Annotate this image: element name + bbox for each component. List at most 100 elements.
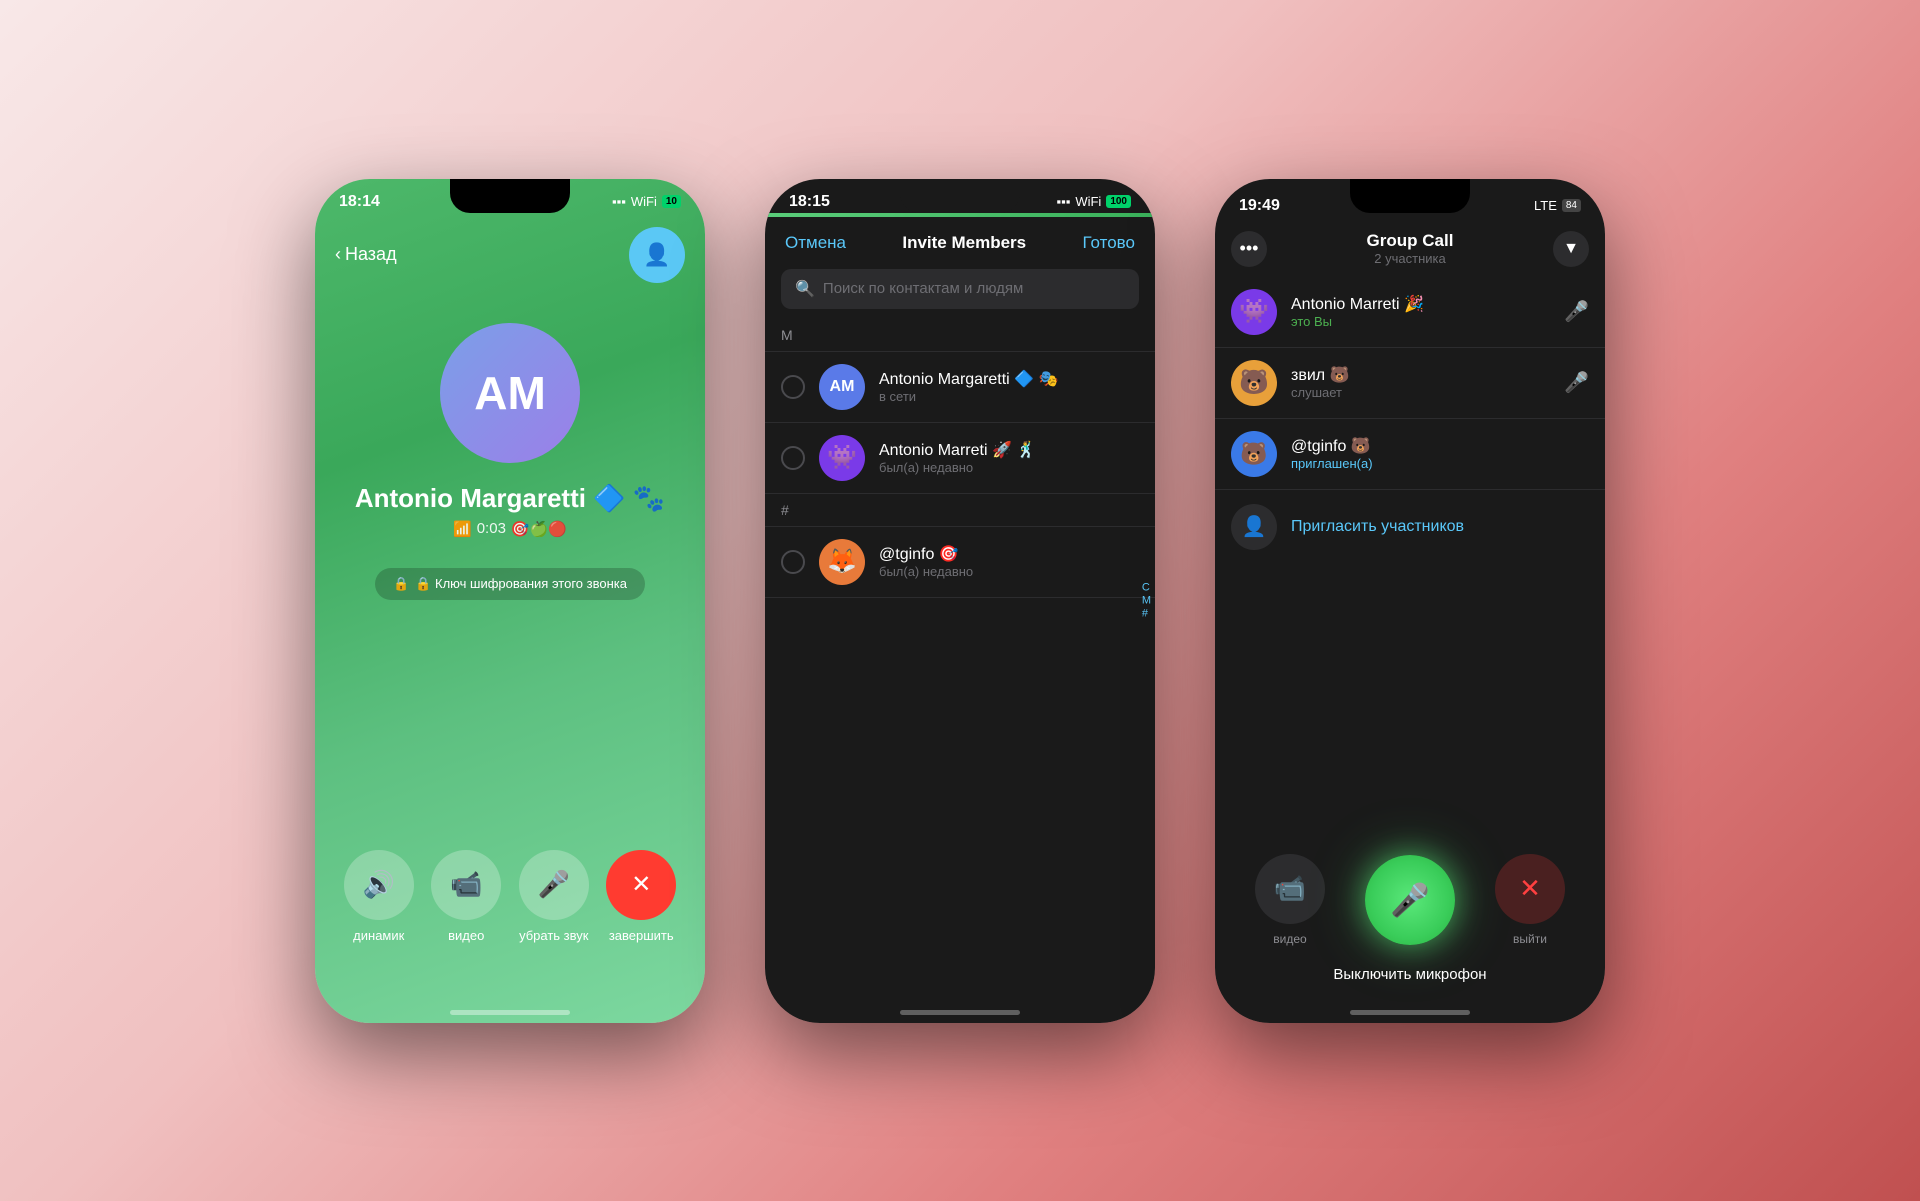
invite-title: Invite Members xyxy=(902,233,1026,253)
invite-participants-row[interactable]: 👤 Пригласить участников xyxy=(1215,490,1605,564)
mute-icon-circle[interactable]: 🎤 xyxy=(519,850,589,920)
participant-2: 🐻 @tginfo 🐻 приглашен(а) xyxy=(1215,419,1605,490)
battery-1: 10 xyxy=(662,195,681,208)
contact-info-0: Antonio Margaretti 🔷 🎭 в сети xyxy=(879,369,1139,404)
mute-button[interactable]: 🎤 убрать звук xyxy=(519,850,589,943)
end-call-icon-circle[interactable]: ✕ xyxy=(606,850,676,920)
participant-name-2: @tginfo 🐻 xyxy=(1291,436,1589,456)
participant-info-1: звил 🐻 слушает xyxy=(1291,365,1550,400)
mic-main-icon: 🎤 xyxy=(1390,881,1430,919)
contact-avatar-2: 🦊 xyxy=(819,539,865,585)
contact-avatar-1: 👾 xyxy=(819,435,865,481)
video-label-1: видео xyxy=(448,928,484,943)
controls-row: 📹 видео 🎤 ✕ выйти xyxy=(1255,854,1565,946)
signal-icon-1: ▪▪▪ xyxy=(612,194,626,209)
speaker-icon-circle[interactable]: 🔊 xyxy=(344,850,414,920)
time-3: 19:49 xyxy=(1239,197,1280,215)
leave-circle[interactable]: ✕ xyxy=(1495,854,1565,924)
alpha-index: С М # xyxy=(1142,582,1151,619)
speaker-label: динамик xyxy=(353,928,404,943)
home-indicator-3 xyxy=(1350,1010,1470,1015)
add-contact-button[interactable]: 👤 xyxy=(629,227,685,283)
leave-label: выйти xyxy=(1513,932,1547,946)
back-button[interactable]: ‹ Назад xyxy=(335,244,397,265)
participant-avatar-2: 🐻 xyxy=(1231,431,1277,477)
video-button-3[interactable]: 📹 видео xyxy=(1255,854,1325,946)
battery-2: 100 xyxy=(1106,195,1131,208)
checkbox-1[interactable] xyxy=(781,446,805,470)
phone-3-screen: 19:49 LTE 84 ••• Group Call 2 участника … xyxy=(1215,179,1605,1023)
status-bar-3: 19:49 LTE 84 xyxy=(1215,179,1605,215)
call-timer: 📶 0:03 🎯🍏🔴 xyxy=(453,520,567,538)
participant-name-1: звил 🐻 xyxy=(1291,365,1550,385)
encryption-key-button[interactable]: 🔒 🔒 Ключ шифрования этого звонка xyxy=(375,568,645,600)
video-icon-1: 📹 xyxy=(450,869,482,900)
end-call-button[interactable]: ✕ завершить xyxy=(606,850,676,943)
invite-icon: 👤 xyxy=(1231,504,1277,550)
encryption-text: 🔒 Ключ шифрования этого звонка xyxy=(415,576,627,592)
participant-status-2: приглашен(а) xyxy=(1291,456,1589,471)
contact-info-1: Antonio Marreti 🚀 🕺 был(а) недавно xyxy=(879,440,1139,475)
search-icon: 🔍 xyxy=(795,279,815,299)
speaker-button[interactable]: 🔊 динамик xyxy=(344,850,414,943)
participant-0: 👾 Antonio Marreti 🎉 это Вы 🎤 xyxy=(1215,277,1605,348)
contact-status-0: в сети xyxy=(879,389,1139,404)
avatar-area: AM Antonio Margaretti 🔷 🐾 📶 0:03 🎯🍏🔴 🔒 🔒… xyxy=(355,323,665,600)
checkbox-2[interactable] xyxy=(781,550,805,574)
video-circle[interactable]: 📹 xyxy=(1255,854,1325,924)
cancel-button[interactable]: Отмена xyxy=(785,233,846,253)
contact-status-1: был(а) недавно xyxy=(879,460,1139,475)
video-label-3: видео xyxy=(1273,932,1306,946)
alpha-c: С xyxy=(1142,582,1151,593)
mic-main-button[interactable]: 🎤 xyxy=(1365,855,1455,945)
phone-2-screen: 18:15 ▪▪▪ WiFi 100 Отмена Invite Members… xyxy=(765,179,1155,1023)
mute-label: убрать звук xyxy=(519,928,588,943)
phone-1-screen: 18:14 ▪▪▪ WiFi 10 ‹ Назад 👤 AM xyxy=(315,179,705,1023)
wifi-icon-1: WiFi xyxy=(631,194,657,209)
home-indicator-2 xyxy=(900,1010,1020,1015)
phone-3-body: 19:49 LTE 84 ••• Group Call 2 участника … xyxy=(1215,179,1605,1023)
alpha-hash: # xyxy=(1142,608,1151,619)
phone-1-body: 18:14 ▪▪▪ WiFi 10 ‹ Назад 👤 AM xyxy=(315,179,705,1023)
nav-1: ‹ Назад 👤 xyxy=(315,211,705,283)
section-m: М xyxy=(765,319,1155,352)
time-2: 18:15 xyxy=(789,193,830,211)
name-text: Antonio Margaretti 🔷 🐾 xyxy=(355,483,665,513)
contact-item-1[interactable]: 👾 Antonio Marreti 🚀 🕺 был(а) недавно xyxy=(765,423,1155,494)
home-indicator-1 xyxy=(450,1010,570,1015)
contact-avatar-1: AM xyxy=(440,323,580,463)
done-button[interactable]: Готово xyxy=(1082,233,1135,253)
avatar-initials: AM xyxy=(474,366,546,420)
contact-avatar-0: AM xyxy=(819,364,865,410)
video-icon-circle-1[interactable]: 📹 xyxy=(431,850,501,920)
time-1: 18:14 xyxy=(339,193,380,211)
checkbox-0[interactable] xyxy=(781,375,805,399)
status-icons-1: ▪▪▪ WiFi 10 xyxy=(612,194,681,209)
more-button[interactable]: ••• xyxy=(1231,231,1267,267)
search-bar[interactable]: 🔍 Поиск по контактам и людям xyxy=(781,269,1139,309)
contact-item-0[interactable]: AM Antonio Margaretti 🔷 🎭 в сети xyxy=(765,352,1155,423)
wifi-icon-2: WiFi xyxy=(1075,194,1101,209)
phone-2-body: 18:15 ▪▪▪ WiFi 100 Отмена Invite Members… xyxy=(765,179,1155,1023)
call-controls-1: 🔊 динамик 📹 видео 🎤 убрать звук xyxy=(315,850,705,943)
mic-main-circle[interactable]: 🎤 xyxy=(1365,855,1455,945)
signal-small: 📶 xyxy=(453,520,472,538)
contact-name-1: Antonio Margaretti 🔷 🐾 xyxy=(355,483,665,514)
section-hash: # xyxy=(765,494,1155,527)
chevron-down-icon: ▼ xyxy=(1563,240,1579,258)
signal-icon-2: ▪▪▪ xyxy=(1056,194,1070,209)
contact-name-0: Antonio Margaretti 🔷 🎭 xyxy=(879,369,1139,389)
status-bar-2: 18:15 ▪▪▪ WiFi 100 xyxy=(765,179,1155,211)
video-button-1[interactable]: 📹 видео xyxy=(431,850,501,943)
mic-icon-0: 🎤 xyxy=(1564,299,1589,324)
contact-item-2[interactable]: 🦊 @tginfo 🎯 был(а) недавно xyxy=(765,527,1155,598)
mute-instruction: Выключить микрофон xyxy=(1333,966,1486,983)
add-contact-icon: 👤 xyxy=(643,242,670,268)
battery-3: 84 xyxy=(1562,199,1581,212)
contact-name-2: @tginfo 🎯 xyxy=(879,544,1139,564)
participant-info-0: Antonio Marreti 🎉 это Вы xyxy=(1291,294,1550,329)
status-icons-3: LTE 84 xyxy=(1534,198,1581,213)
timer-value: 0:03 xyxy=(477,520,506,537)
leave-button[interactable]: ✕ выйти xyxy=(1495,854,1565,946)
chevron-down-button[interactable]: ▼ xyxy=(1553,231,1589,267)
